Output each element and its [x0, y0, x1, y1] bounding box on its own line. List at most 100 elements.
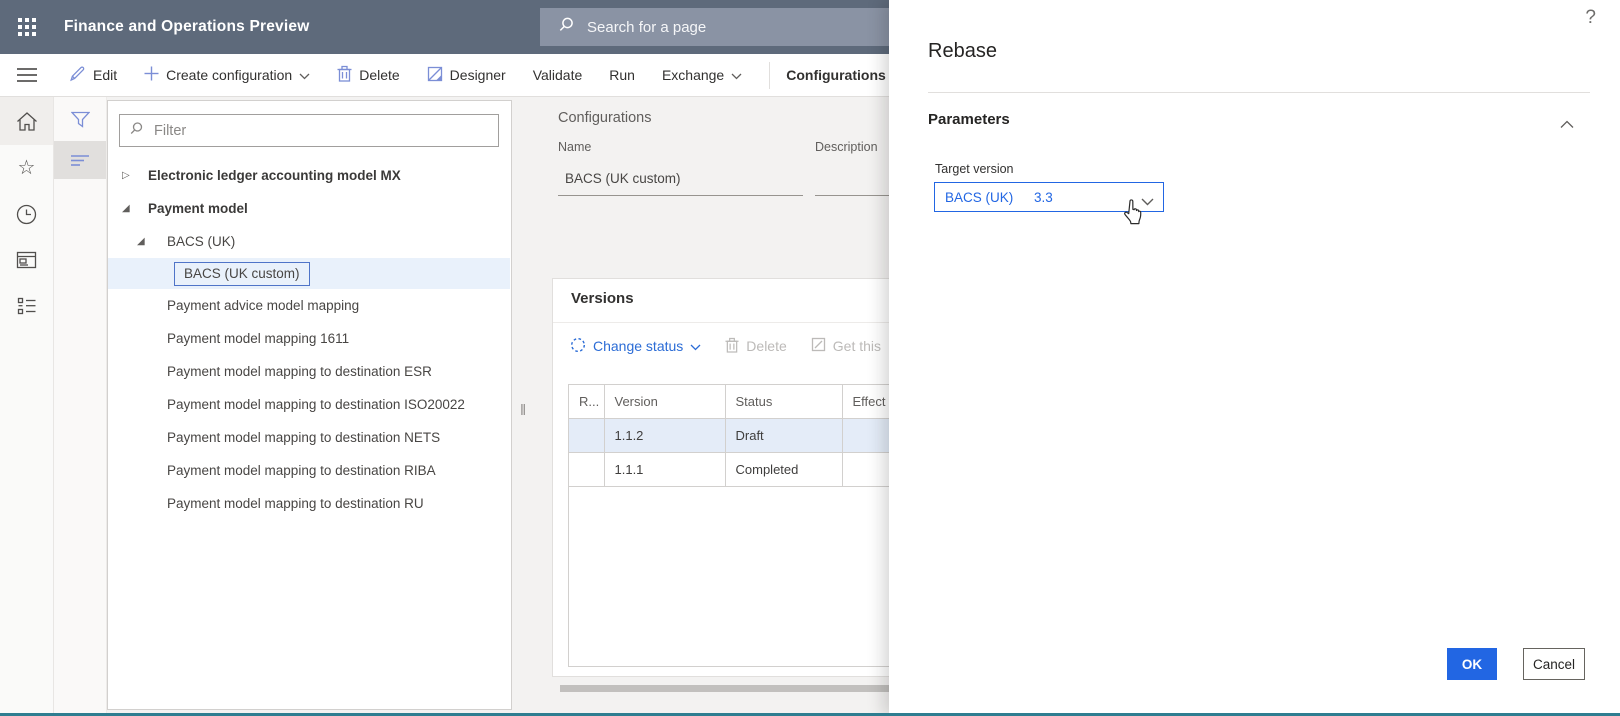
get-this-version-button[interactable]: Get this [811, 337, 881, 355]
tree-item-payment-model[interactable]: ◢ Payment model [108, 192, 510, 225]
tree-item-mapping-riba[interactable]: Payment model mapping to destination RIB… [108, 454, 510, 487]
edit-button[interactable]: Edit [69, 65, 117, 85]
column-header-status[interactable]: Status [725, 385, 843, 419]
cell-status: Draft [725, 418, 843, 453]
hamburger-icon [17, 68, 37, 82]
tree-expanded-icon[interactable]: ◢ [137, 236, 145, 247]
chevron-down-icon [731, 67, 742, 83]
tree-item-mapping-ru[interactable]: Payment model mapping to destination RU [108, 487, 510, 520]
rebase-dialog-panel: ? Rebase Parameters Target version BACS … [889, 0, 1620, 716]
rebase-dialog-title: Rebase [928, 40, 997, 62]
designer-button[interactable]: Designer [427, 66, 506, 85]
configurations-tab[interactable]: Configurations [786, 67, 886, 83]
search-input[interactable] [585, 17, 845, 37]
funnel-icon [70, 111, 90, 128]
tree-item-mapping-nets[interactable]: Payment model mapping to destination NET… [108, 421, 510, 454]
delete-button[interactable]: Delete [337, 65, 400, 85]
tree-filter-box[interactable] [119, 114, 499, 147]
nav-home-button[interactable] [0, 97, 53, 145]
nav-recent-button[interactable] [0, 191, 53, 237]
panel-resize-handle[interactable]: ‖ [520, 402, 526, 419]
cell-status: Completed [725, 452, 843, 487]
create-configuration-button[interactable]: Create configuration [144, 66, 310, 84]
description-field-label: Description [815, 140, 878, 154]
nav-hamburger-button[interactable] [0, 54, 54, 97]
clock-icon [16, 204, 37, 224]
filter-toggle-button[interactable] [54, 97, 106, 141]
app-launcher-button[interactable] [0, 0, 54, 54]
tree-item-payment-model-mapping-1611[interactable]: Payment model mapping 1611 [108, 322, 510, 355]
list-lines-icon [71, 155, 89, 166]
cell-version: 1.1.1 [604, 452, 726, 487]
column-header-effective[interactable]: Effect [842, 385, 889, 419]
parameters-section-title: Parameters [928, 111, 1010, 128]
trash-icon [725, 337, 739, 356]
tree-filter-input[interactable] [152, 121, 489, 140]
tree-item-bacs-uk[interactable]: ◢ BACS (UK) [108, 225, 510, 258]
column-header-version[interactable]: Version [604, 385, 726, 419]
help-icon[interactable]: ? [1585, 7, 1596, 29]
configuration-details-region: Configurations Name BACS (UK custom) Des… [537, 97, 889, 713]
waffle-icon [18, 18, 36, 36]
app-title: Finance and Operations Preview [64, 18, 310, 35]
nav-workspaces-button[interactable] [0, 237, 53, 283]
cell-rebase [569, 418, 605, 453]
nav-modules-button[interactable] [0, 283, 53, 329]
cell-effective [842, 452, 889, 487]
configurations-section-title: Configurations [558, 110, 652, 126]
home-icon [16, 111, 37, 131]
versions-divider [553, 322, 889, 323]
star-icon: ☆ [17, 157, 36, 179]
change-status-button[interactable]: Change status [570, 337, 701, 356]
tree-expanded-icon[interactable]: ◢ [122, 203, 130, 214]
trash-icon [337, 65, 352, 85]
parameters-collapse-button[interactable] [1560, 116, 1574, 134]
module-list-icon [17, 297, 35, 315]
tree-item-payment-advice-model-mapping[interactable]: Payment advice model mapping [108, 289, 510, 322]
nav-favorites-button[interactable]: ☆ [0, 145, 53, 191]
designer-icon [427, 66, 443, 85]
versions-toolbar: Change status Delete Get this [570, 330, 889, 362]
left-nav-rail: ☆ [0, 97, 54, 713]
tree-item-mapping-esr[interactable]: Payment model mapping to destination ESR [108, 355, 510, 388]
configuration-tree: ▷ Electronic ledger accounting model MX … [108, 159, 510, 520]
search-icon [129, 121, 144, 141]
exchange-menu-button[interactable]: Exchange [662, 67, 742, 83]
cell-version: 1.1.2 [604, 418, 726, 453]
tree-collapsed-icon[interactable]: ▷ [122, 170, 130, 181]
name-field-label: Name [558, 140, 592, 154]
chevron-down-icon[interactable] [1141, 194, 1154, 209]
tree-item-bacs-uk-custom-selected[interactable]: BACS (UK custom) [108, 258, 510, 289]
ok-button[interactable]: OK [1447, 648, 1497, 680]
versions-header-row: R... Version Status Effect [569, 385, 889, 419]
target-version-number: 3.3 [1034, 189, 1053, 205]
versions-card: Versions Change status Delete Get this R… [552, 278, 889, 677]
version-row-1-1-2[interactable]: 1.1.2 Draft [569, 418, 889, 453]
pencil-icon [69, 65, 86, 85]
edit-box-icon [811, 337, 826, 355]
validate-button[interactable]: Validate [533, 67, 583, 83]
plus-icon [144, 66, 159, 84]
description-field[interactable] [815, 161, 889, 196]
tree-item-mapping-iso20022[interactable]: Payment model mapping to destination ISO… [108, 388, 510, 421]
horizontal-scrollbar[interactable] [560, 685, 889, 692]
cell-effective [842, 418, 889, 453]
refresh-dashed-circle-icon [570, 337, 586, 356]
run-button[interactable]: Run [609, 67, 635, 83]
versions-section-title: Versions [571, 290, 634, 307]
versions-grid: R... Version Status Effect 1.1.2 Draft 1… [568, 384, 889, 667]
target-version-value: BACS (UK) [945, 189, 1014, 205]
action-bar-divider [769, 61, 771, 89]
tree-item-electronic-ledger-mx[interactable]: ▷ Electronic ledger accounting model MX [108, 159, 510, 192]
delete-version-button[interactable]: Delete [725, 337, 787, 356]
column-header-rebase[interactable]: R... [569, 385, 605, 419]
name-field[interactable]: BACS (UK custom) [558, 161, 803, 196]
target-version-dropdown[interactable]: BACS (UK) 3.3 [934, 182, 1164, 212]
cell-rebase [569, 452, 605, 487]
chevron-down-icon [299, 67, 310, 83]
cancel-button[interactable]: Cancel [1523, 648, 1585, 680]
workspace-icon [16, 251, 37, 269]
version-row-1-1-1[interactable]: 1.1.1 Completed [569, 452, 889, 487]
tree-list-toggle-button[interactable] [54, 141, 106, 179]
page-search-box[interactable] [540, 8, 940, 46]
